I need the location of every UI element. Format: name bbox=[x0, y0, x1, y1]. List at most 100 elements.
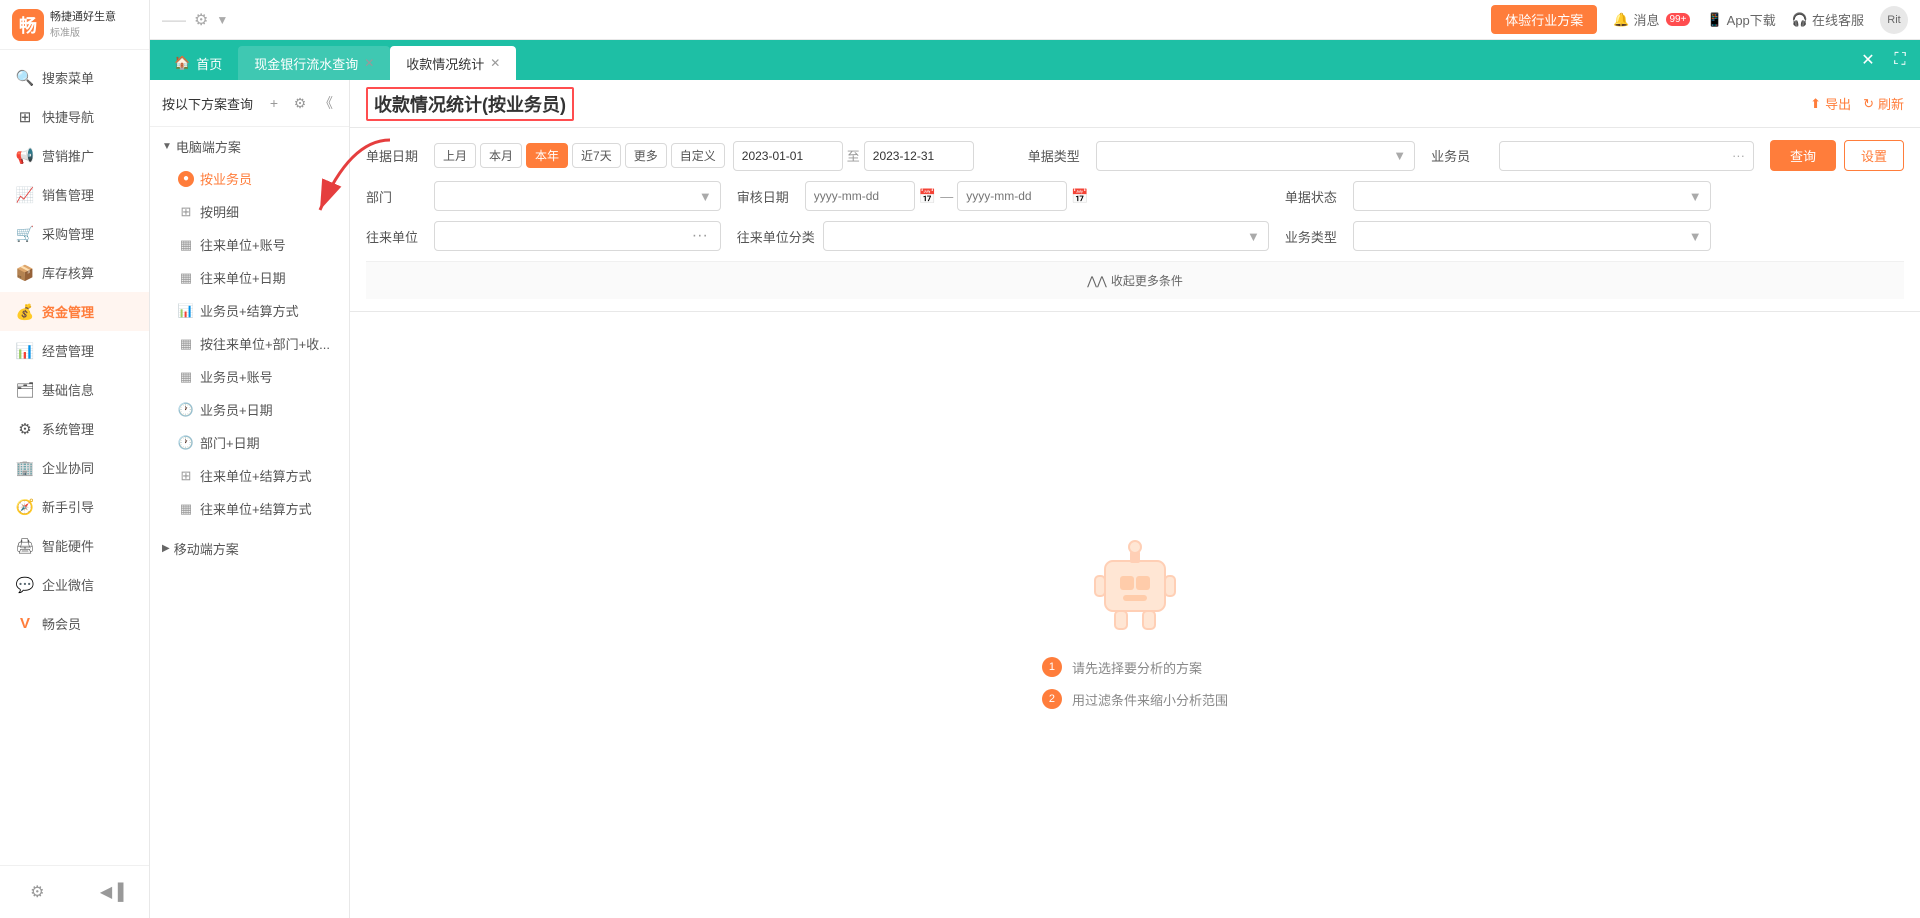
export-btn[interactable]: ⬆ 导出 bbox=[1810, 94, 1851, 113]
scheme-item-partner-account[interactable]: ▦ 往来单位+账号 bbox=[150, 228, 349, 261]
scheme-item-label: 往来单位+账号 bbox=[200, 235, 286, 254]
sidebar-item-sales[interactable]: 📈 销售管理 bbox=[0, 175, 149, 214]
member-icon: V bbox=[16, 615, 34, 633]
sidebar-collapse-btn[interactable]: ◀▐ bbox=[94, 874, 130, 910]
scheme-panel-header: 按以下方案查询 + ⚙ 《 bbox=[150, 80, 349, 127]
gear-icon[interactable]: ⚙ bbox=[194, 10, 208, 30]
invoice-status-select[interactable]: ▼ bbox=[1353, 181, 1711, 211]
scheme-item-salesperson-account[interactable]: ▦ 业务员+账号 bbox=[150, 360, 349, 393]
sidebar-item-guide[interactable]: 🧭 新手引导 bbox=[0, 487, 149, 526]
partner-date-icon: ▦ bbox=[178, 270, 194, 286]
date-to-input[interactable] bbox=[864, 141, 974, 171]
partner-settlement-icon: ⊞ bbox=[178, 468, 194, 484]
query-button[interactable]: 查询 bbox=[1770, 140, 1836, 171]
review-from-input[interactable] bbox=[805, 181, 915, 211]
app-download-btn[interactable]: 📱 App下载 bbox=[1706, 10, 1775, 29]
sidebar-item-operations[interactable]: 📊 经营管理 bbox=[0, 331, 149, 370]
right-content: 收款情况统计(按业务员) ⬆ 导出 ↻ 刷新 单据日期 bbox=[350, 80, 1920, 918]
date-btn-custom[interactable]: 自定义 bbox=[671, 143, 725, 168]
tab-receipts-stats-close[interactable]: ✕ bbox=[490, 56, 500, 70]
date-btn-more[interactable]: 更多 bbox=[625, 143, 667, 168]
basic-info-icon: 🗂 bbox=[16, 381, 34, 399]
more-dots-icon[interactable]: ··· bbox=[692, 227, 708, 245]
tab-bank-flow-close[interactable]: ✕ bbox=[364, 56, 374, 70]
tab-bank-flow[interactable]: 现金银行流水查询 ✕ bbox=[238, 46, 390, 80]
export-icon: ⬆ bbox=[1810, 96, 1821, 112]
chevron-down-icon[interactable]: ▼ bbox=[216, 13, 228, 27]
close-window-btn[interactable]: ✕ bbox=[1856, 48, 1880, 72]
sidebar-item-search-menu[interactable]: 🔍 搜索菜单 bbox=[0, 58, 149, 97]
sidebar-item-quick-nav[interactable]: ⊞ 快捷导航 bbox=[0, 97, 149, 136]
sidebar-item-basic-info[interactable]: 🗂 基础信息 bbox=[0, 370, 149, 409]
scheme-item-partner-date[interactable]: ▦ 往来单位+日期 bbox=[150, 261, 349, 294]
sidebar-item-label: 系统管理 bbox=[42, 419, 94, 438]
main-area: 🏠 首页 现金银行流水查询 ✕ 收款情况统计 ✕ ✕ ⛶ 按以下方案查询 + ⚙… bbox=[150, 40, 1920, 918]
date-btn-last-7-days[interactable]: 近7天 bbox=[572, 143, 621, 168]
scheme-item-partner-settlement2[interactable]: ▦ 往来单位+结算方式 bbox=[150, 492, 349, 525]
user-avatar[interactable]: Rit bbox=[1880, 6, 1908, 34]
date-btn-this-year[interactable]: 本年 bbox=[526, 143, 568, 168]
scheme-item-label: 按明细 bbox=[200, 202, 239, 221]
tab-receipts-stats[interactable]: 收款情况统计 ✕ bbox=[390, 46, 516, 80]
scheme-item-salesperson-date[interactable]: 🕐 业务员+日期 bbox=[150, 393, 349, 426]
review-to-input[interactable] bbox=[957, 181, 1067, 211]
empty-steps: 1 请先选择要分析的方案 2 用过滤条件来缩小分析范围 bbox=[1042, 657, 1228, 709]
filter-invoice-status: 单据状态 ▼ bbox=[1285, 181, 1711, 211]
date-btn-this-month[interactable]: 本月 bbox=[480, 143, 522, 168]
mobile-group-header[interactable]: ▶ 移动端方案 bbox=[150, 533, 349, 564]
inventory-icon: 📦 bbox=[16, 264, 34, 282]
sidebar-item-enterprise[interactable]: 🏢 企业协同 bbox=[0, 448, 149, 487]
top-header-actions: 体验行业方案 🔔 消息 99+ 📱 App下载 🎧 在线客服 Rit bbox=[1491, 5, 1908, 34]
scheme-add-btn[interactable]: + bbox=[263, 92, 285, 114]
scheme-item-by-salesperson[interactable]: ● 按业务员 bbox=[150, 162, 349, 195]
bell-icon: 🔔 bbox=[1613, 12, 1629, 28]
sidebar-item-smart-hw[interactable]: 🖨 智能硬件 bbox=[0, 526, 149, 565]
calendar-icon-from[interactable]: 📅 bbox=[919, 188, 936, 205]
scheme-item-partner-settlement[interactable]: ⊞ 往来单位+结算方式 bbox=[150, 459, 349, 492]
invoice-type-select[interactable]: ▼ bbox=[1096, 141, 1415, 171]
online-service-btn[interactable]: 🎧 在线客服 bbox=[1792, 10, 1864, 29]
expand-window-btn[interactable]: ⛶ bbox=[1888, 48, 1912, 72]
sidebar-item-member[interactable]: V 畅会员 bbox=[0, 604, 149, 643]
sidebar-item-system[interactable]: ⚙ 系统管理 bbox=[0, 409, 149, 448]
scheme-collapse-btn[interactable]: 《 bbox=[315, 92, 337, 114]
scheme-item-label: 按往来单位+部门+收... bbox=[200, 334, 330, 353]
dept-select[interactable]: ▼ bbox=[434, 181, 721, 211]
sidebar-item-purchase[interactable]: 🛒 采购管理 bbox=[0, 214, 149, 253]
desktop-group-header[interactable]: ▼ 电脑端方案 bbox=[150, 131, 349, 162]
sidebar-settings-btn[interactable]: ⚙ bbox=[19, 874, 55, 910]
date-from-input[interactable] bbox=[733, 141, 843, 171]
collapse-chevron-icon: ⋀⋀ bbox=[1087, 274, 1107, 288]
business-type-select[interactable]: ▼ bbox=[1353, 221, 1711, 251]
chevron-down-icon: ▼ bbox=[1393, 148, 1406, 163]
sidebar-item-finance[interactable]: 💰 资金管理 bbox=[0, 292, 149, 331]
sidebar-item-label: 营销推广 bbox=[42, 146, 94, 165]
sidebar-bottom: ⚙ ◀▐ bbox=[0, 865, 149, 918]
filter-review-date: 审核日期 📅 — 📅 bbox=[737, 181, 1269, 211]
sidebar-item-wechat[interactable]: 💬 企业微信 bbox=[0, 565, 149, 604]
sidebar-item-marketing[interactable]: 📢 营销推广 bbox=[0, 136, 149, 175]
partner-select[interactable]: ··· bbox=[434, 221, 721, 251]
salesperson-select[interactable]: ··· bbox=[1499, 141, 1754, 171]
sidebar-item-label: 企业微信 bbox=[42, 575, 94, 594]
scheme-item-partner-dept[interactable]: ▦ 按往来单位+部门+收... bbox=[150, 327, 349, 360]
refresh-btn[interactable]: ↻ 刷新 bbox=[1863, 94, 1904, 113]
filter-row-3: 往来单位 ··· 往来单位分类 ▼ 业务类型 bbox=[366, 221, 1904, 251]
scheme-settings-btn[interactable]: ⚙ bbox=[289, 92, 311, 114]
invoice-status-label: 单据状态 bbox=[1285, 187, 1345, 206]
partner-category-select[interactable]: ▼ bbox=[823, 221, 1269, 251]
collapse-bar[interactable]: ⋀⋀ 收起更多条件 bbox=[366, 261, 1904, 299]
sidebar-item-inventory[interactable]: 📦 库存核算 bbox=[0, 253, 149, 292]
filter-settings-button[interactable]: 设置 bbox=[1844, 140, 1904, 171]
review-date-label: 审核日期 bbox=[737, 187, 797, 206]
partner-category-label: 往来单位分类 bbox=[737, 227, 815, 246]
trial-button[interactable]: 体验行业方案 bbox=[1491, 5, 1597, 34]
scheme-item-by-detail[interactable]: ⊞ 按明细 bbox=[150, 195, 349, 228]
calendar-icon-to[interactable]: 📅 bbox=[1071, 188, 1088, 205]
date-btn-last-month[interactable]: 上月 bbox=[434, 143, 476, 168]
scheme-item-dept-date[interactable]: 🕐 部门+日期 bbox=[150, 426, 349, 459]
messages-btn[interactable]: 🔔 消息 99+ bbox=[1613, 10, 1690, 29]
scheme-item-salesperson-settlement[interactable]: 📊 业务员+结算方式 bbox=[150, 294, 349, 327]
tab-home[interactable]: 🏠 首页 bbox=[158, 46, 238, 80]
sidebar-item-label: 经营管理 bbox=[42, 341, 94, 360]
